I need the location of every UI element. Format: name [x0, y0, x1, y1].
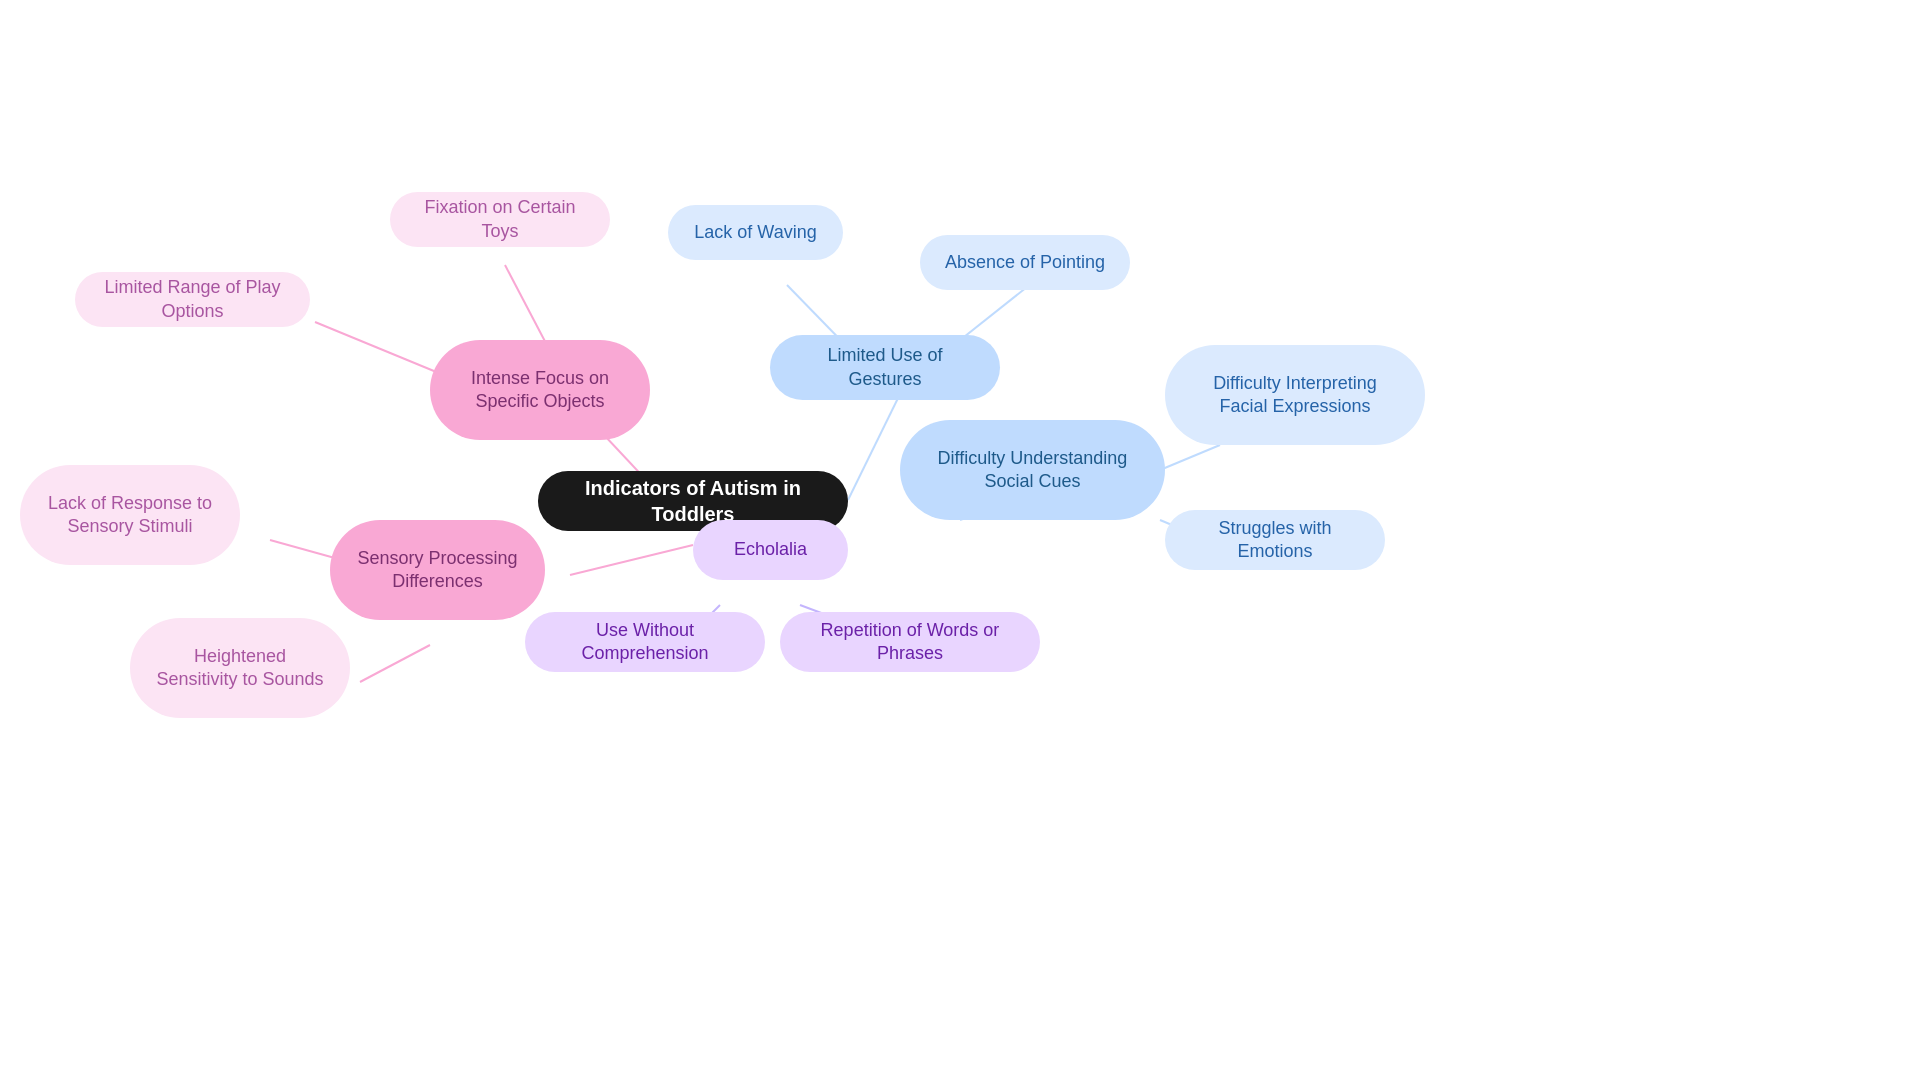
svg-line-10 — [1160, 445, 1220, 470]
heightened-sensitivity-node: Heightened Sensitivity to Sounds — [130, 618, 350, 718]
limited-gestures-node: Limited Use of Gestures — [770, 335, 1000, 400]
use-without-node: Use Without Comprehension — [525, 612, 765, 672]
echolalia-node: Echolalia — [693, 520, 848, 580]
struggles-emotions-node: Struggles with Emotions — [1165, 510, 1385, 570]
sensory-processing-node: Sensory Processing Differences — [330, 520, 545, 620]
lack-waving-node: Lack of Waving — [668, 205, 843, 260]
repetition-node: Repetition of Words or Phrases — [780, 612, 1040, 672]
lack-response-node: Lack of Response to Sensory Stimuli — [20, 465, 240, 565]
svg-line-3 — [570, 545, 693, 575]
absence-pointing-node: Absence of Pointing — [920, 235, 1130, 290]
difficulty-facial-node: Difficulty Interpreting Facial Expressio… — [1165, 345, 1425, 445]
svg-line-5 — [360, 645, 430, 682]
svg-line-6 — [848, 390, 902, 500]
difficulty-social-node: Difficulty Understanding Social Cues — [900, 420, 1165, 520]
limited-play-node: Limited Range of Play Options — [75, 272, 310, 327]
fixation-toys-node: Fixation on Certain Toys — [390, 192, 610, 247]
intense-focus-node: Intense Focus on Specific Objects — [430, 340, 650, 440]
